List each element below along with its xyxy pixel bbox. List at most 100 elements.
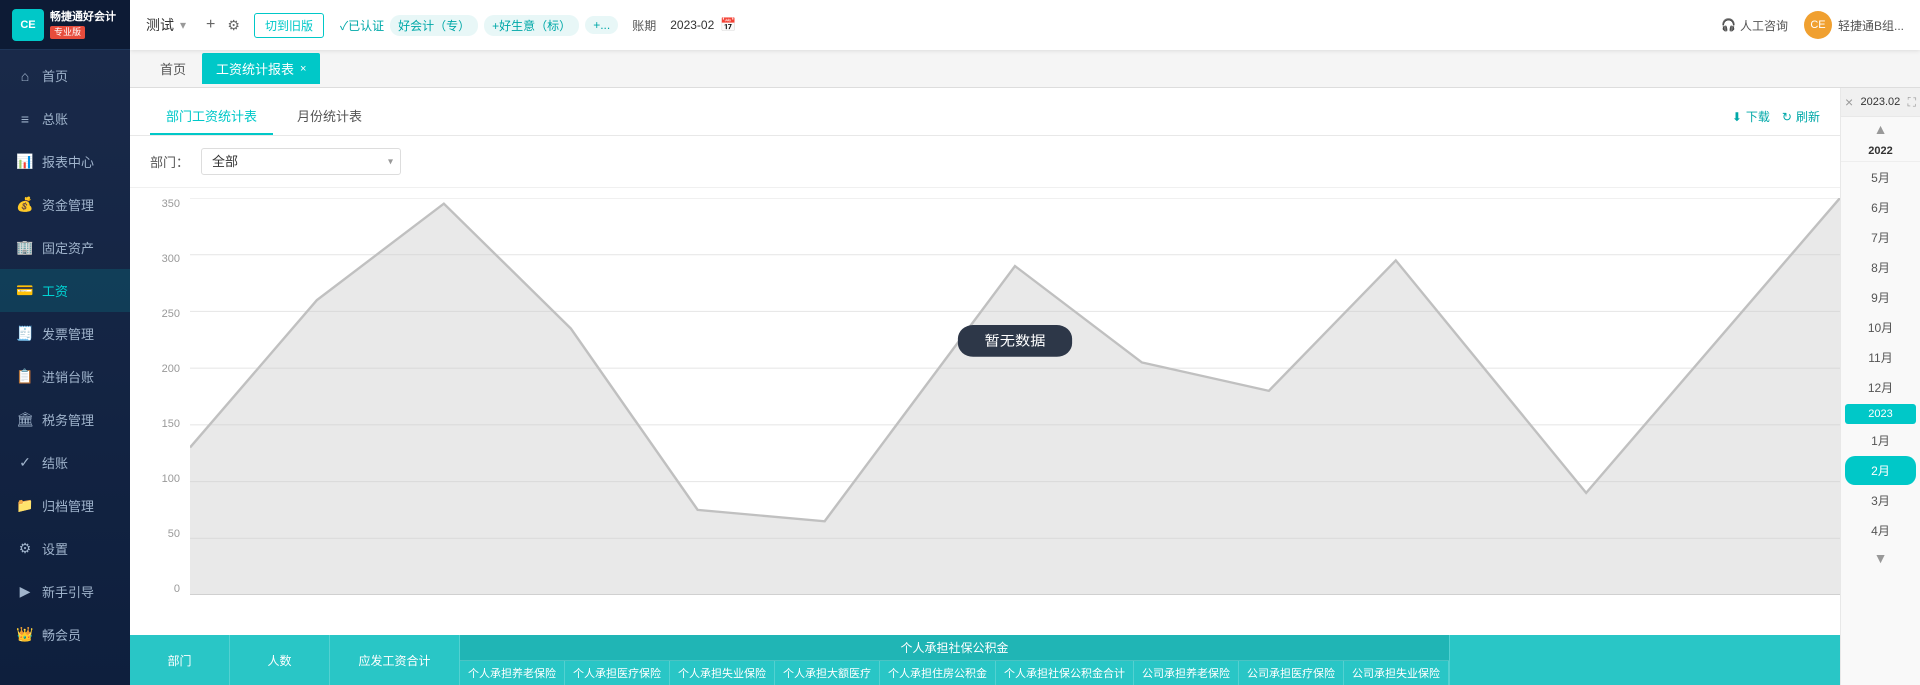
calendar-icon[interactable]: 📅 (720, 17, 736, 33)
table-footer: 部门 人数 应发工资合计 个人承担社保公积金 个人承担养老保险 个人承担医疗保险… (130, 635, 1840, 685)
refresh-button[interactable]: ↻ 刷新 (1782, 108, 1820, 125)
sidebar-item-home[interactable]: ⌂ 首页 (0, 54, 130, 97)
year-2022-label: 2022 (1841, 141, 1920, 162)
y-label-200: 200 (150, 363, 180, 375)
reports-nav-label: 报表中心 (42, 152, 94, 171)
user-name[interactable]: 轻捷通B组... (1838, 17, 1904, 34)
sidebar-item-guide[interactable]: ▶ 新手引导 (0, 570, 130, 613)
sidebar-item-settings[interactable]: ⚙ 设置 (0, 527, 130, 570)
month-2023-04[interactable]: 4月 (1845, 516, 1916, 545)
settings-nav-icon: ⚙ (16, 540, 34, 557)
month-2022-07[interactable]: 7月 (1845, 223, 1916, 252)
col-personal-housing: 个人承担住房公积金 (880, 661, 996, 685)
department-select-wrapper: 全部 销售部 财务部 人事部 技术部 ▾ (201, 148, 401, 175)
ledger-nav-label: 总账 (42, 109, 68, 128)
group-header-personal: 个人承担社保公积金 (460, 635, 1449, 661)
sidebar-item-reports[interactable]: 📊 报表中心 (0, 140, 130, 183)
chart-svg: 暂无数据 (190, 198, 1840, 595)
month-2023-03[interactable]: 3月 (1845, 486, 1916, 515)
tax-nav-icon: 🏛 (16, 411, 34, 428)
col-company-pension: 公司承担养老保险 (1134, 661, 1239, 685)
assets-nav-label: 固定资产 (42, 238, 94, 257)
department-select[interactable]: 全部 销售部 财务部 人事部 技术部 (201, 148, 401, 175)
sub-tab-monthly[interactable]: 月份统计表 (281, 98, 378, 135)
tag-1: 好会计（专） (390, 15, 478, 36)
month-2023-02[interactable]: 2月 (1845, 456, 1916, 485)
month-2022-09[interactable]: 9月 (1845, 283, 1916, 312)
sidebar-item-salary[interactable]: 💳 工资 (0, 269, 130, 312)
sidebar-item-ledger[interactable]: ≡ 总账 (0, 97, 130, 140)
tag-3: +... (585, 16, 618, 34)
col-personal-total: 个人承担社保公积金合计 (996, 661, 1134, 685)
home-nav-label: 首页 (42, 66, 68, 85)
close-nav-label: 结账 (42, 453, 68, 472)
headset-icon: 🎧 (1721, 18, 1736, 32)
col-total-salary: 应发工资合计 (330, 635, 460, 685)
topbar-arrow: ▾ (180, 18, 186, 32)
panel-year-label: 2023.02 (1861, 96, 1901, 108)
invoice-nav-icon: 🧾 (16, 325, 34, 342)
sub-tabs: 部门工资统计表 月份统计表 ⬇ 下载 ↻ 刷新 (130, 88, 1840, 136)
download-button[interactable]: ⬇ 下载 (1732, 108, 1770, 125)
finance-nav-icon: 💰 (16, 196, 34, 213)
month-2022-08[interactable]: 8月 (1845, 253, 1916, 282)
sidebar-item-assets[interactable]: 🏢 固定资产 (0, 226, 130, 269)
year-2023-label[interactable]: 2023 (1845, 404, 1916, 424)
panel-up-btn[interactable]: ▲ (1841, 117, 1920, 141)
chart-tooltip: 暂无数据 (958, 325, 1072, 357)
tab-home[interactable]: 首页 (146, 53, 200, 84)
archive-nav-label: 归档管理 (42, 496, 94, 515)
sidebar-item-tax[interactable]: 🏛 税务管理 (0, 398, 130, 441)
chart-area: 350 300 250 200 150 100 50 0 (130, 188, 1840, 635)
col-company-unemployment: 公司承担失业保险 (1344, 661, 1449, 685)
sidebar-item-archive[interactable]: 📁 归档管理 (0, 484, 130, 527)
verify-status: ✓已认证 (340, 17, 384, 34)
sidebar-item-invoice[interactable]: 🧾 发票管理 (0, 312, 130, 355)
tab-salary-report[interactable]: 工资统计报表 × (202, 53, 320, 84)
sales-nav-icon: 📋 (16, 368, 34, 385)
help-button[interactable]: 🎧 人工咨询 (1721, 17, 1788, 34)
period-label: 账期 (632, 17, 656, 34)
guide-nav-label: 新手引导 (42, 582, 94, 601)
month-2022-12[interactable]: 12月 (1845, 373, 1916, 402)
logo-text: 畅捷通好会计 专业版 (50, 10, 116, 40)
panel-down-btn[interactable]: ▼ (1841, 546, 1920, 570)
month-2023-01[interactable]: 1月 (1845, 426, 1916, 455)
content-area: 部门工资统计表 月份统计表 ⬇ 下载 ↻ 刷新 部门： 全部 销售部 财 (130, 88, 1840, 685)
user-area: CE 轻捷通B组... (1804, 11, 1904, 39)
tab-close-icon[interactable]: × (300, 63, 306, 75)
add-button[interactable]: + (200, 14, 221, 36)
status-area: ✓已认证 好会计（专） +好生意（标） +... 账期 2023-02 📅 (340, 15, 737, 36)
period-value: 2023-02 (670, 18, 714, 32)
month-2022-10[interactable]: 10月 (1845, 313, 1916, 342)
sidebar-item-finance[interactable]: 💰 资金管理 (0, 183, 130, 226)
y-label-250: 250 (150, 308, 180, 320)
month-2022-05[interactable]: 5月 (1845, 163, 1916, 192)
svg-text:暂无数据: 暂无数据 (985, 333, 1046, 349)
sales-nav-label: 进销台账 (42, 367, 94, 386)
panel-expand-btn[interactable]: ⛶ (1908, 95, 1916, 110)
group-sub-cols: 个人承担养老保险 个人承担医疗保险 个人承担失业保险 个人承担大额医疗 个人承担… (460, 661, 1449, 685)
col-personal-pension: 个人承担养老保险 (460, 661, 565, 685)
member-nav-icon: 👑 (16, 626, 34, 643)
assets-nav-icon: 🏢 (16, 239, 34, 256)
col-headcount: 人数 (230, 635, 330, 685)
sidebar-item-close[interactable]: ✓ 结账 (0, 441, 130, 484)
ledger-nav-icon: ≡ (16, 111, 34, 127)
month-2022-06[interactable]: 6月 (1845, 193, 1916, 222)
tag-2: +好生意（标） (484, 15, 579, 36)
y-label-150: 150 (150, 418, 180, 430)
guide-nav-icon: ▶ (16, 583, 34, 600)
col-department: 部门 (130, 635, 230, 685)
sub-tab-department[interactable]: 部门工资统计表 (150, 98, 273, 135)
col-company-medical: 公司承担医疗保险 (1239, 661, 1344, 685)
sidebar: CE 畅捷通好会计 专业版 ⌂ 首页 ≡ 总账 📊 报表中心 💰 资金管理 🏢 … (0, 0, 130, 685)
topbar-right: 🎧 人工咨询 CE 轻捷通B组... (1721, 11, 1904, 39)
switch-version-button[interactable]: 切到旧版 (254, 13, 324, 38)
settings-icon[interactable]: ⚙ (221, 15, 246, 36)
sidebar-item-member[interactable]: 👑 畅会员 (0, 613, 130, 656)
sidebar-item-sales[interactable]: 📋 进销台账 (0, 355, 130, 398)
sub-tab-actions: ⬇ 下载 ↻ 刷新 (1732, 108, 1820, 125)
month-2022-11[interactable]: 11月 (1845, 343, 1916, 372)
panel-close-btn[interactable]: × (1845, 94, 1853, 110)
